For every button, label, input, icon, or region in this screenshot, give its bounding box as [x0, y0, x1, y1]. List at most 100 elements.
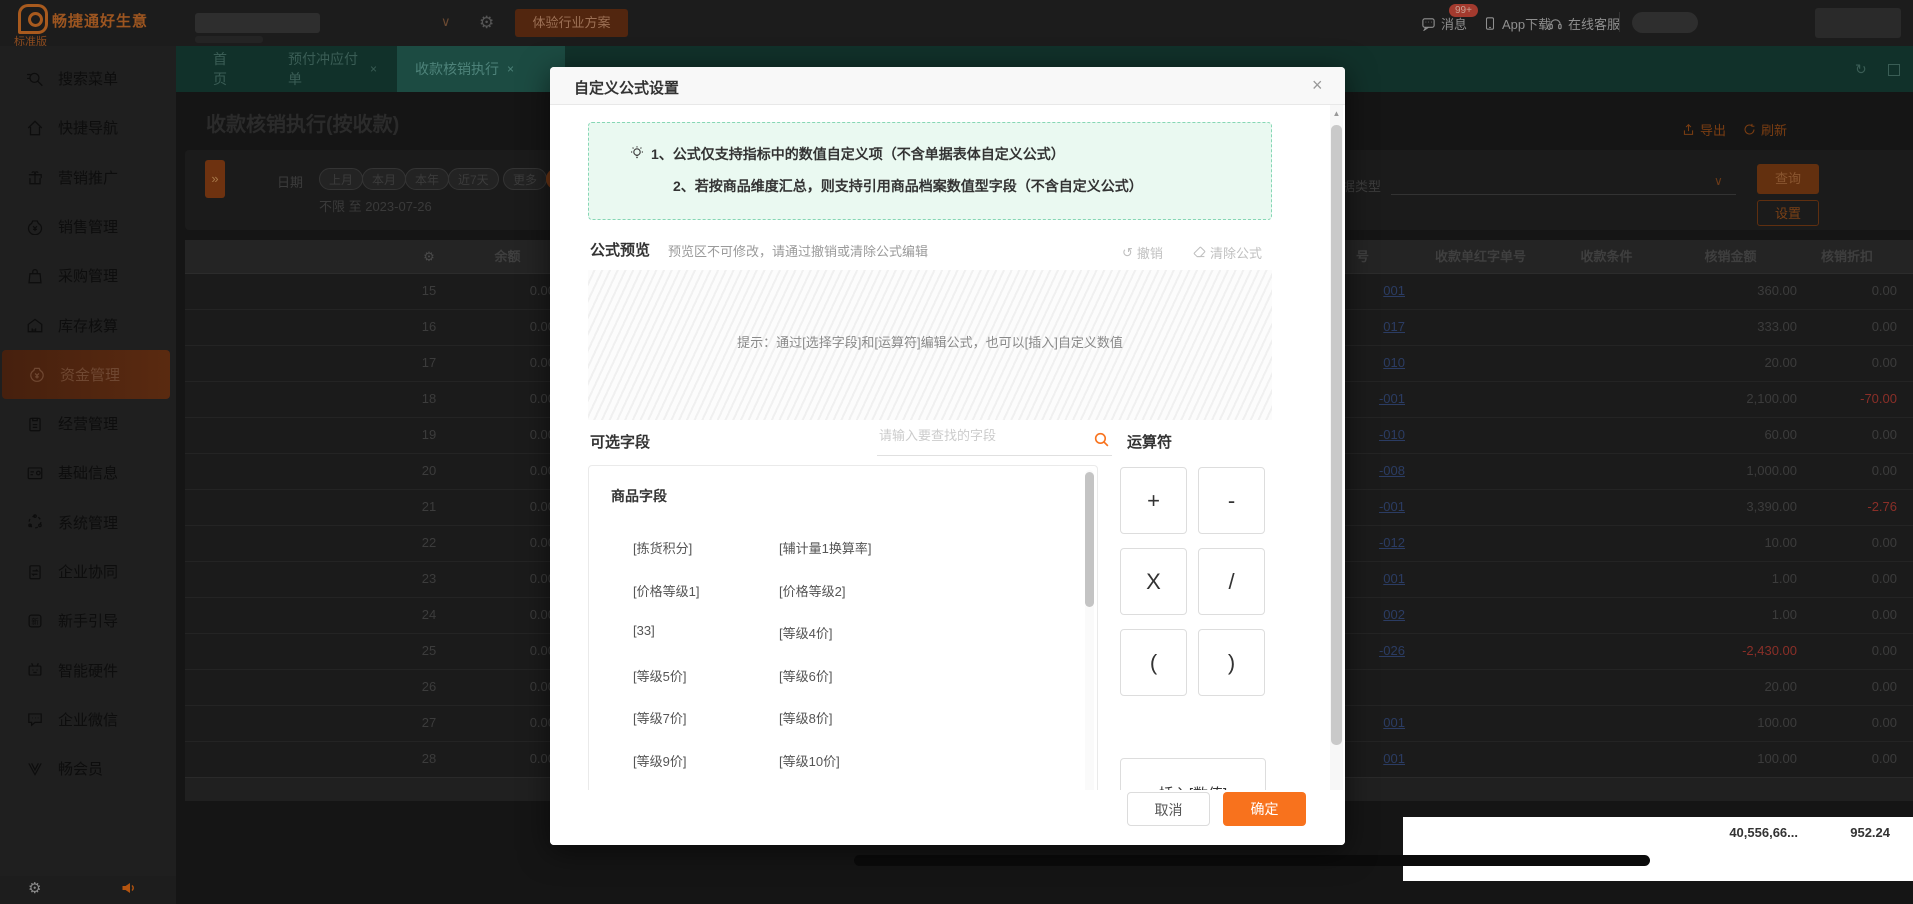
sidebar-item-3[interactable]: 营销推广: [0, 153, 176, 202]
sidebar-item-8[interactable]: 经营管理: [0, 399, 176, 448]
column-header-red[interactable]: 收款单红字单号: [1412, 240, 1549, 273]
field-item[interactable]: [拣货积分]: [633, 538, 692, 557]
settings-gear-icon[interactable]: ⚙: [28, 879, 41, 897]
sidebar-item-14[interactable]: 企业微信: [0, 695, 176, 744]
query-button[interactable]: 查询: [1757, 164, 1819, 194]
field-item[interactable]: [等级5价]: [633, 666, 686, 685]
sidebar-item-7[interactable]: 资金管理: [2, 349, 170, 399]
bulb-icon: [629, 145, 645, 161]
app-download-button[interactable]: App下载: [1483, 14, 1551, 33]
column-header-doc[interactable]: 号: [1356, 240, 1405, 273]
tab-refresh-icon[interactable]: ↻: [1855, 61, 1867, 78]
sidebar-item-15[interactable]: 畅会员: [0, 744, 176, 793]
operator-button-X[interactable]: X: [1120, 548, 1187, 615]
money-pouch-icon: [28, 365, 46, 383]
formula-preview-area: 提示：通过[选择字段]和[运算符]编辑公式，也可以[插入]自定义数值: [588, 270, 1272, 420]
experience-industry-button[interactable]: 体验行业方案: [515, 9, 628, 37]
scroll-up-icon[interactable]: ▲: [1331, 109, 1342, 118]
cell-amount: 20.00: [1764, 679, 1797, 694]
field-item[interactable]: [等级6价]: [779, 666, 832, 685]
cell-balance: 0.00: [529, 679, 555, 694]
sidebar-item-6[interactable]: 库存核算: [0, 301, 176, 350]
sidebar-item-5[interactable]: 采购管理: [0, 251, 176, 300]
date-range-text: 不限 至 2023-07-26: [319, 199, 432, 214]
field-item[interactable]: [等级10价]: [779, 751, 840, 770]
cell-discount: 0.00: [1871, 607, 1897, 622]
modal-scrollbar[interactable]: ▲ ▼: [1330, 105, 1343, 812]
field-item[interactable]: [等级9价]: [633, 751, 686, 770]
online-service-button[interactable]: 在线客服: [1548, 14, 1620, 33]
field-item[interactable]: [等级4价]: [779, 623, 832, 642]
expand-filter-button[interactable]: »: [205, 160, 225, 198]
field-search-input[interactable]: [877, 427, 1081, 444]
cell-balance: 0.00: [529, 355, 555, 370]
clear-formula-button[interactable]: 清除公式: [1193, 243, 1262, 262]
tab-close-icon[interactable]: ×: [507, 62, 514, 76]
date-pill-4[interactable]: 近7天: [448, 168, 499, 190]
column-header-balance[interactable]: 余额: [460, 240, 555, 273]
operator-button-)[interactable]: ): [1198, 629, 1265, 696]
column-settings-gear-icon[interactable]: ⚙: [410, 240, 448, 273]
chevron-down-icon[interactable]: ∨: [441, 14, 451, 30]
filter-settings-button[interactable]: 设置: [1757, 200, 1819, 226]
tab-1[interactable]: 首页: [195, 46, 255, 92]
refresh-button[interactable]: 刷新: [1743, 120, 1787, 139]
sidebar-item-2[interactable]: 快捷导航: [0, 103, 176, 152]
column-header-amount[interactable]: 核销金额: [1664, 240, 1797, 273]
close-icon[interactable]: ×: [1312, 75, 1323, 96]
company-name-redacted[interactable]: [195, 13, 320, 33]
confirm-button[interactable]: 确定: [1223, 792, 1306, 826]
tab-3[interactable]: 收款核销执行 ×: [397, 46, 565, 92]
date-pill-5[interactable]: 更多: [503, 168, 548, 190]
app-root: 畅捷通好生意 标准版 ∨ ⚙ 体验行业方案 消息 99+ App下载 在线客服 …: [0, 0, 1913, 904]
tab-expand-icon[interactable]: [1888, 63, 1900, 79]
sidebar-item-4[interactable]: 销售管理: [0, 202, 176, 251]
cell-balance: 0.00: [529, 391, 555, 406]
gear-icon[interactable]: ⚙: [479, 13, 494, 33]
undo-button[interactable]: ↺ 撤销: [1122, 243, 1163, 262]
sidebar-item-11[interactable]: 企业协同: [0, 547, 176, 596]
sidebar-item-9[interactable]: 基础信息: [0, 448, 176, 497]
date-pill-2[interactable]: 本月: [362, 168, 407, 190]
message-icon: [1421, 16, 1436, 31]
horizontal-scrollbar-thumb[interactable]: [854, 855, 1650, 866]
operator-button-/[interactable]: /: [1198, 548, 1265, 615]
announcement-horn-icon[interactable]: [120, 880, 136, 896]
column-header-discount[interactable]: 核销折扣: [1797, 240, 1897, 273]
field-list-scroll-thumb[interactable]: [1085, 472, 1094, 607]
date-pill-3[interactable]: 本年: [405, 168, 450, 190]
date-pill-1[interactable]: 上月: [319, 168, 364, 190]
custom-formula-modal: 自定义公式设置 × 1、公式仅支持指标中的数值自定义项（不含单据表体自定义公式）…: [550, 67, 1345, 845]
sidebar-item-12[interactable]: 新新手引导: [0, 596, 176, 645]
field-item[interactable]: [辅计量1换算率]: [779, 538, 871, 557]
operator-button-([interactable]: (: [1120, 629, 1187, 696]
field-item[interactable]: [等级7价]: [633, 708, 686, 727]
modal-title: 自定义公式设置: [574, 80, 680, 97]
doc-type-select[interactable]: [1391, 194, 1736, 195]
cell-no: 25: [421, 643, 437, 658]
cell-discount: 0.00: [1871, 535, 1897, 550]
search-icon[interactable]: [1093, 431, 1110, 448]
modal-scroll-thumb[interactable]: [1331, 125, 1342, 745]
id-card-icon: [26, 464, 44, 482]
field-item[interactable]: [价格等级1]: [633, 581, 699, 600]
sidebar-item-13[interactable]: 智能硬件: [0, 646, 176, 695]
column-header-cond[interactable]: 收款条件: [1549, 240, 1664, 273]
cell-no: 20: [421, 463, 437, 478]
field-item[interactable]: [33]: [633, 623, 655, 638]
field-item[interactable]: [价格等级2]: [779, 581, 845, 600]
tab-2[interactable]: 预付冲应付单 ×: [270, 46, 395, 92]
user-avatar-redacted[interactable]: [1632, 12, 1698, 33]
operator-button-+[interactable]: +: [1120, 467, 1187, 534]
cell-balance: 0.00: [529, 427, 555, 442]
sidebar-item-10[interactable]: 系统管理: [0, 498, 176, 547]
undo-icon: ↺: [1122, 244, 1133, 260]
export-button[interactable]: 导出: [1682, 120, 1726, 139]
field-list-scrollbar[interactable]: [1085, 470, 1094, 820]
tab-close-icon[interactable]: ×: [370, 62, 377, 76]
operator-button--[interactable]: -: [1198, 467, 1265, 534]
sidebar-item-1[interactable]: 搜索菜单: [0, 54, 176, 103]
cancel-button[interactable]: 取消: [1127, 792, 1210, 826]
field-item[interactable]: [等级8价]: [779, 708, 832, 727]
cell-balance: 0.00: [529, 571, 555, 586]
